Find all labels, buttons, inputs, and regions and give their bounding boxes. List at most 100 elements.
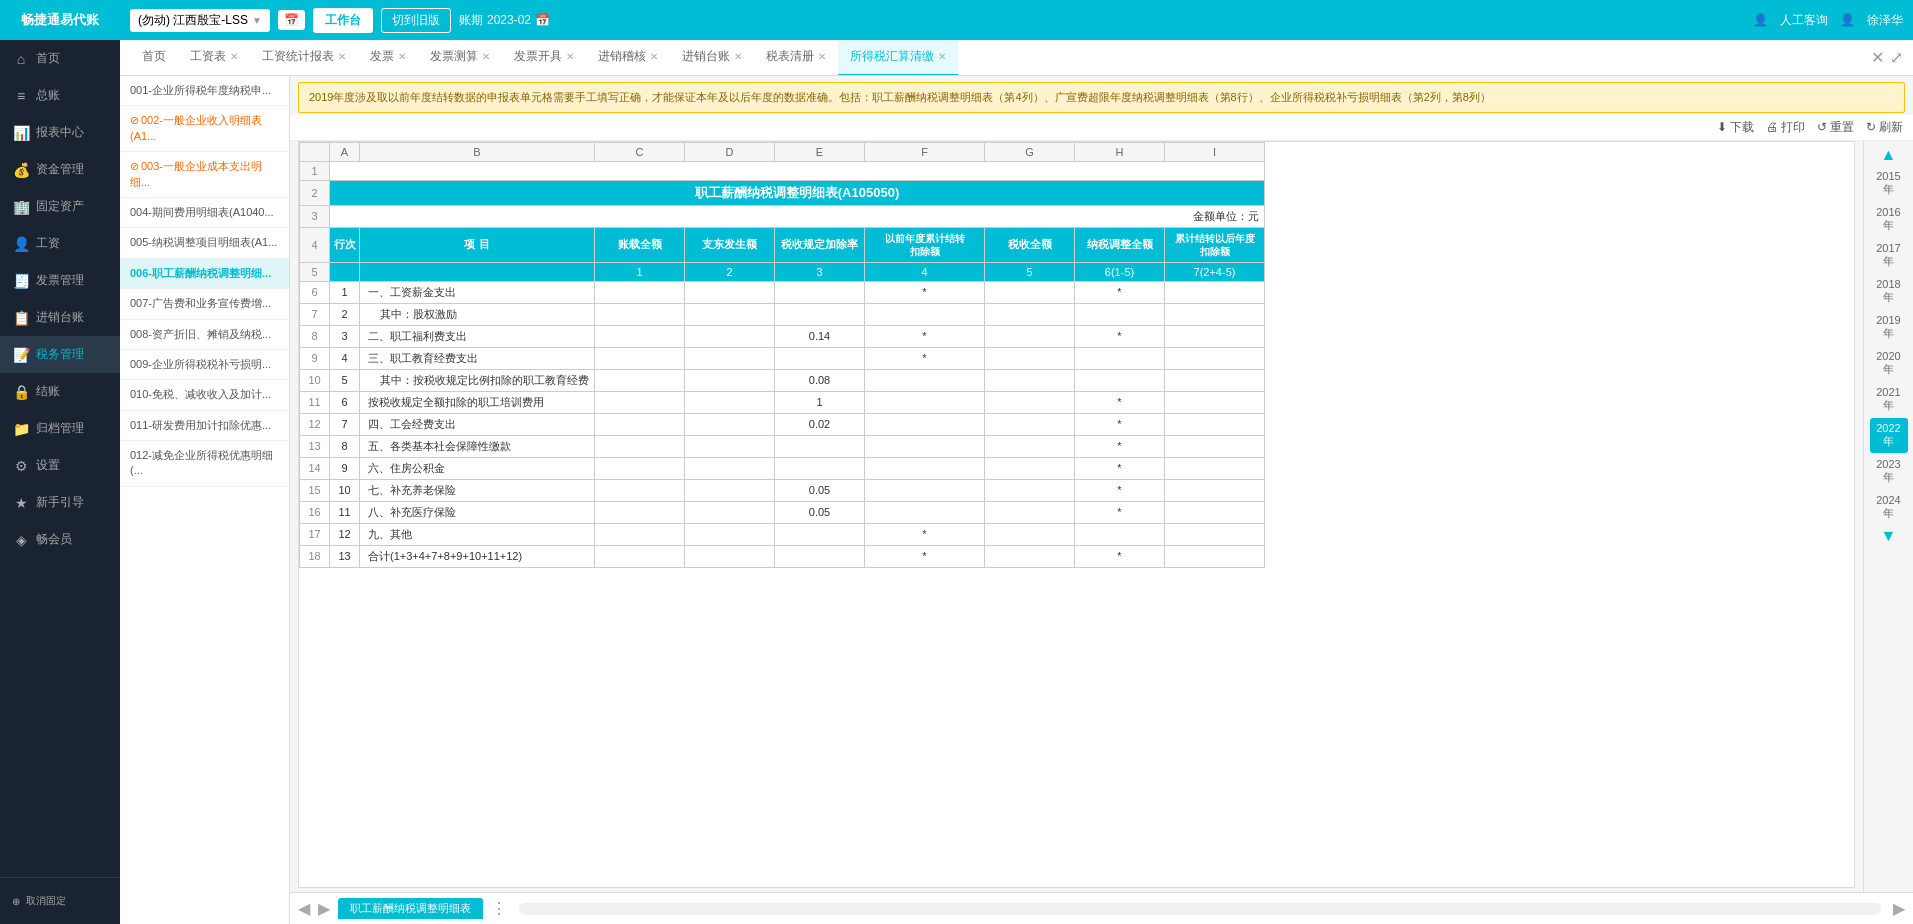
list-item-007[interactable]: 007-广告费和业务宣传费增... xyxy=(120,289,289,319)
c6-cell[interactable]: * xyxy=(1075,281,1165,303)
sidebar-item-purchase[interactable]: 📋 进销台账 xyxy=(0,299,120,336)
year-item[interactable]: 2016年 xyxy=(1870,202,1908,237)
sidebar-item-closing[interactable]: 🔒 结账 xyxy=(0,373,120,410)
c1-cell[interactable] xyxy=(595,545,685,567)
c5-cell[interactable] xyxy=(985,369,1075,391)
c7-cell[interactable] xyxy=(1165,413,1265,435)
c3-cell[interactable] xyxy=(775,545,865,567)
c4-cell[interactable]: * xyxy=(865,347,985,369)
c4-cell[interactable] xyxy=(865,501,985,523)
c1-cell[interactable] xyxy=(595,523,685,545)
c6-cell[interactable]: * xyxy=(1075,325,1165,347)
table-row[interactable]: 138五、各类基本社会保障性缴款* xyxy=(300,435,1265,457)
list-item-002[interactable]: ⊘002-一般企业收入明细表(A1... xyxy=(120,106,289,152)
refresh-button[interactable]: ↻ 刷新 xyxy=(1866,119,1903,136)
list-item-011[interactable]: 011-研发费用加计扣除优惠... xyxy=(120,411,289,441)
label-cell[interactable]: 按税收规定全额扣除的职工培训费用 xyxy=(360,391,595,413)
c7-cell[interactable] xyxy=(1165,347,1265,369)
c7-cell[interactable] xyxy=(1165,545,1265,567)
c3-cell[interactable]: 0.05 xyxy=(775,501,865,523)
c4-cell[interactable]: * xyxy=(865,325,985,347)
sidebar-item-tax[interactable]: 📝 税务管理 xyxy=(0,336,120,373)
tab-invoice[interactable]: 发票 ✕ xyxy=(358,40,418,76)
switch-old-button[interactable]: 切到旧版 xyxy=(381,8,451,33)
label-cell[interactable]: 七、补充养老保险 xyxy=(360,479,595,501)
c6-cell[interactable]: * xyxy=(1075,413,1165,435)
tab-tax-clear-close[interactable]: ✕ xyxy=(818,51,826,62)
tab-payroll-stat[interactable]: 工资统计报表 ✕ xyxy=(250,40,358,76)
c3-cell[interactable]: 1 xyxy=(775,391,865,413)
table-row[interactable]: 116按税收规定全额扣除的职工培训费用1* xyxy=(300,391,1265,413)
sidebar-item-capital[interactable]: 💰 资金管理 xyxy=(0,151,120,188)
sidebar-item-settings[interactable]: ⚙ 设置 xyxy=(0,447,120,484)
c3-cell[interactable] xyxy=(775,347,865,369)
c5-cell[interactable] xyxy=(985,501,1075,523)
table-row[interactable]: 61一、工资薪金支出** xyxy=(300,281,1265,303)
c1-cell[interactable] xyxy=(595,369,685,391)
cancel-fixed-btn[interactable]: ⊕ 取消固定 xyxy=(0,884,120,918)
c6-cell[interactable]: * xyxy=(1075,545,1165,567)
tab-purchase-ledger-close[interactable]: ✕ xyxy=(734,51,742,62)
c4-cell[interactable] xyxy=(865,303,985,325)
year-item[interactable]: 2018年 xyxy=(1870,274,1908,309)
c3-cell[interactable]: 0.02 xyxy=(775,413,865,435)
c4-cell[interactable] xyxy=(865,369,985,391)
c2-cell[interactable] xyxy=(685,479,775,501)
c4-cell[interactable] xyxy=(865,413,985,435)
table-row[interactable]: 83二、职工福利费支出0.14** xyxy=(300,325,1265,347)
c1-cell[interactable] xyxy=(595,435,685,457)
year-nav-down[interactable]: ▼ xyxy=(1874,526,1904,546)
sidebar-item-member[interactable]: ◈ 畅会员 xyxy=(0,521,120,558)
c5-cell[interactable] xyxy=(985,347,1075,369)
c2-cell[interactable] xyxy=(685,391,775,413)
c3-cell[interactable] xyxy=(775,457,865,479)
tab-invoice-open-close[interactable]: ✕ xyxy=(566,51,574,62)
tab-payroll-close[interactable]: ✕ xyxy=(230,51,238,62)
sidebar-item-archive[interactable]: 📁 归档管理 xyxy=(0,410,120,447)
c5-cell[interactable] xyxy=(985,523,1075,545)
c7-cell[interactable] xyxy=(1165,457,1265,479)
c6-cell[interactable]: * xyxy=(1075,391,1165,413)
c7-cell[interactable] xyxy=(1165,479,1265,501)
list-item-012[interactable]: 012-减免企业所得税优惠明细(... xyxy=(120,441,289,487)
c4-cell[interactable]: * xyxy=(865,523,985,545)
table-row[interactable]: 1813合计(1+3+4+7+8+9+10+11+12)** xyxy=(300,545,1265,567)
label-cell[interactable]: 合计(1+3+4+7+8+9+10+11+12) xyxy=(360,545,595,567)
list-item-004[interactable]: 004-期间费用明细表(A1040... xyxy=(120,198,289,228)
c2-cell[interactable] xyxy=(685,413,775,435)
tab-purchase-verify-close[interactable]: ✕ xyxy=(650,51,658,62)
year-nav-up[interactable]: ▲ xyxy=(1874,145,1904,165)
c6-cell[interactable] xyxy=(1075,303,1165,325)
tab-purchase-verify[interactable]: 进销稽核 ✕ xyxy=(586,40,670,76)
table-container[interactable]: A B C D E F G H I xyxy=(298,141,1855,889)
c1-cell[interactable] xyxy=(595,281,685,303)
label-cell[interactable]: 五、各类基本社会保障性缴款 xyxy=(360,435,595,457)
c7-cell[interactable] xyxy=(1165,435,1265,457)
c1-cell[interactable] xyxy=(595,303,685,325)
c3-cell[interactable]: 0.14 xyxy=(775,325,865,347)
label-cell[interactable]: 三、职工教育经费支出 xyxy=(360,347,595,369)
tab-tax-clear[interactable]: 税表清册 ✕ xyxy=(754,40,838,76)
period-calendar-icon[interactable]: 📅 xyxy=(535,13,550,27)
c4-cell[interactable] xyxy=(865,479,985,501)
c4-cell[interactable] xyxy=(865,435,985,457)
c7-cell[interactable] xyxy=(1165,369,1265,391)
c7-cell[interactable] xyxy=(1165,281,1265,303)
sidebar-item-report[interactable]: 📊 报表中心 xyxy=(0,114,120,151)
c4-cell[interactable]: * xyxy=(865,281,985,303)
sheet-nav-left[interactable]: ◀ xyxy=(298,899,310,918)
c3-cell[interactable] xyxy=(775,281,865,303)
c4-cell[interactable] xyxy=(865,457,985,479)
c4-cell[interactable] xyxy=(865,391,985,413)
year-item[interactable]: 2020年 xyxy=(1870,346,1908,381)
list-item-009[interactable]: 009-企业所得税税补亏损明... xyxy=(120,350,289,380)
year-item[interactable]: 2021年 xyxy=(1870,382,1908,417)
c2-cell[interactable] xyxy=(685,281,775,303)
c1-cell[interactable] xyxy=(595,413,685,435)
download-button[interactable]: ⬇ 下载 xyxy=(1717,119,1754,136)
c2-cell[interactable] xyxy=(685,435,775,457)
user-label[interactable]: 徐泽华 xyxy=(1867,12,1903,29)
year-item[interactable]: 2017年 xyxy=(1870,238,1908,273)
table-row[interactable]: 105其中：按税收规定比例扣除的职工教育经费0.08 xyxy=(300,369,1265,391)
c5-cell[interactable] xyxy=(985,391,1075,413)
